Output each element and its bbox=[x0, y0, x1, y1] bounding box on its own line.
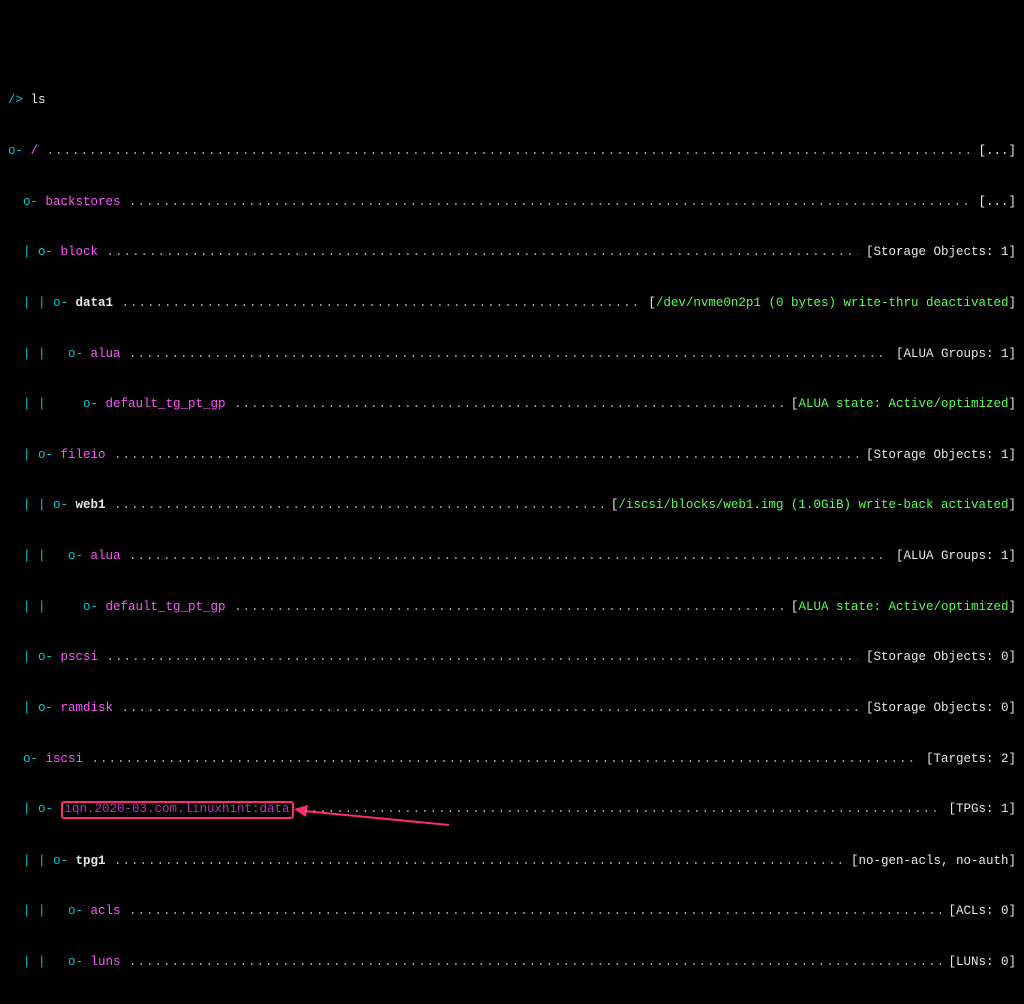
data1-node: | | o- data1 [/dev/nvme0n2p1 (0 bytes) w… bbox=[8, 295, 1016, 312]
prompt-line: /> ls bbox=[8, 92, 1016, 109]
root-tail: [...] bbox=[971, 143, 1016, 160]
web1-alua-node: | | o- alua [ALUA Groups: 1] bbox=[8, 548, 1016, 565]
root-path: / bbox=[31, 144, 39, 158]
ramdisk-node: | o- ramdisk [Storage Objects: 0] bbox=[8, 700, 1016, 717]
block-node: | o- block [Storage Objects: 1] bbox=[8, 244, 1016, 261]
pscsi-node: | o- pscsi [Storage Objects: 0] bbox=[8, 649, 1016, 666]
prompt-symbol: /> bbox=[8, 93, 31, 107]
acls-data-node: | | o- acls [ACLs: 0] bbox=[8, 903, 1016, 920]
iqn-data-node: | o- iqn.2020-03.com.linuxhint:data [TPG… bbox=[8, 801, 1016, 819]
iqn-data-label: iqn.2020-03.com.linuxhint:data bbox=[65, 802, 290, 816]
data1-tg-node: | | o- default_tg_pt_gp [ALUA state: Act… bbox=[8, 396, 1016, 413]
fileio-node: | o- fileio [Storage Objects: 1] bbox=[8, 447, 1016, 464]
tree-root: o- / [...] bbox=[8, 143, 1016, 160]
highlight-box: iqn.2020-03.com.linuxhint:data bbox=[61, 801, 294, 819]
iscsi-node: o- iscsi [Targets: 2] bbox=[8, 751, 1016, 768]
web1-tg-node: | | o- default_tg_pt_gp [ALUA state: Act… bbox=[8, 599, 1016, 616]
web1-node: | | o- web1 [/iscsi/blocks/web1.img (1.0… bbox=[8, 497, 1016, 514]
luns-data-node: | | o- luns [LUNs: 0] bbox=[8, 954, 1016, 971]
data1-alua-node: | | o- alua [ALUA Groups: 1] bbox=[8, 346, 1016, 363]
backstores-node: o- backstores [...] bbox=[8, 194, 1016, 211]
command-text: ls bbox=[31, 93, 46, 107]
tpg1-data-node: | | o- tpg1 [no-gen-acls, no-auth] bbox=[8, 853, 1016, 870]
terminal[interactable]: /> ls o- / [...] o- backstores [...] | o… bbox=[8, 76, 1016, 1004]
